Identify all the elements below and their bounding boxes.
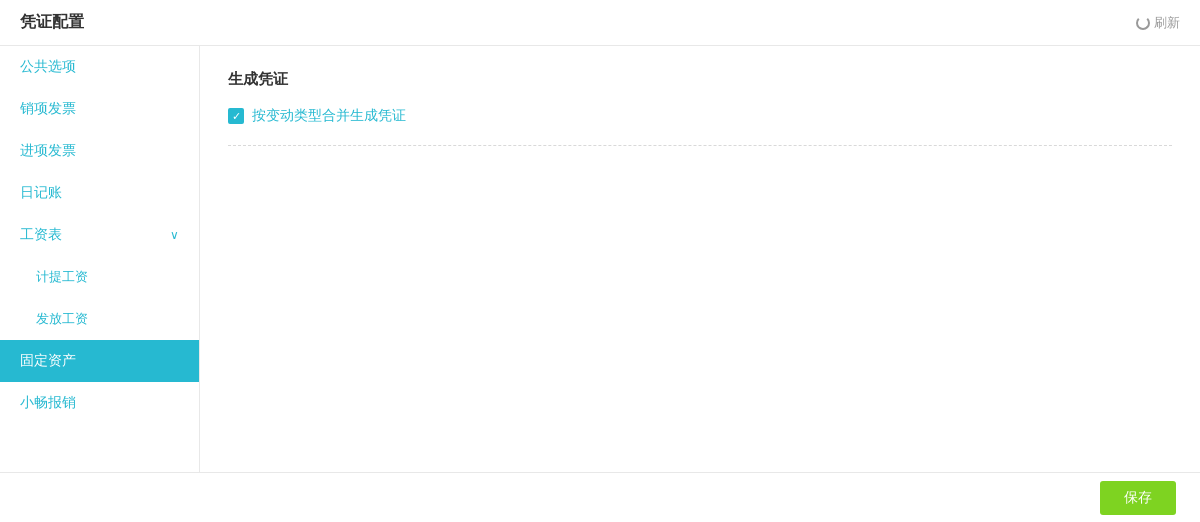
- page-title: 凭证配置: [20, 12, 84, 33]
- sidebar-item-payroll-table[interactable]: 工资表 ∨: [0, 214, 199, 256]
- sidebar-item-label: 进项发票: [20, 142, 76, 160]
- section-divider: [228, 145, 1172, 146]
- sidebar-item-journal[interactable]: 日记账: [0, 172, 199, 214]
- refresh-icon: [1136, 16, 1150, 30]
- main-content: 生成凭证 按变动类型合并生成凭证: [200, 46, 1200, 472]
- section-title: 生成凭证: [228, 70, 1172, 89]
- sidebar-item-label: 固定资产: [20, 352, 76, 370]
- refresh-label: 刷新: [1154, 14, 1180, 32]
- sidebar-item-label: 销项发票: [20, 100, 76, 118]
- sidebar-item-purchase-invoice[interactable]: 进项发票: [0, 130, 199, 172]
- page-wrapper: 凭证配置 刷新 公共选项销项发票进项发票日记账工资表 ∨ 计提工资发放工资固定资产小…: [0, 0, 1200, 522]
- sidebar-item-issued-payroll[interactable]: 发放工资: [0, 298, 199, 340]
- page-footer: 保存: [0, 472, 1200, 522]
- sidebar-item-label: 日记账: [20, 184, 62, 202]
- sidebar-item-sales-invoice[interactable]: 销项发票: [0, 88, 199, 130]
- sidebar-item-label: 工资表: [20, 226, 62, 244]
- sidebar-item-accrued-payroll[interactable]: 计提工资: [0, 256, 199, 298]
- sidebar-item-label: 小畅报销: [20, 394, 76, 412]
- sidebar-item-label: 发放工资: [36, 310, 88, 328]
- sidebar-item-expense-report[interactable]: 小畅报销: [0, 382, 199, 424]
- merge-checkbox[interactable]: [228, 108, 244, 124]
- sidebar-item-label: 公共选项: [20, 58, 76, 76]
- checkbox-label: 按变动类型合并生成凭证: [252, 107, 406, 125]
- checkbox-row: 按变动类型合并生成凭证: [228, 107, 1172, 125]
- sidebar-item-label: 计提工资: [36, 268, 88, 286]
- sidebar-item-fixed-assets[interactable]: 固定资产: [0, 340, 199, 382]
- refresh-button[interactable]: 刷新: [1136, 14, 1180, 32]
- sidebar-item-public-options[interactable]: 公共选项: [0, 46, 199, 88]
- body: 公共选项销项发票进项发票日记账工资表 ∨ 计提工资发放工资固定资产小畅报销 生成凭证…: [0, 46, 1200, 472]
- chevron-down-icon: ∨: [170, 228, 179, 242]
- page-header: 凭证配置 刷新: [0, 0, 1200, 46]
- sidebar: 公共选项销项发票进项发票日记账工资表 ∨ 计提工资发放工资固定资产小畅报销: [0, 46, 200, 472]
- save-button[interactable]: 保存: [1100, 481, 1176, 515]
